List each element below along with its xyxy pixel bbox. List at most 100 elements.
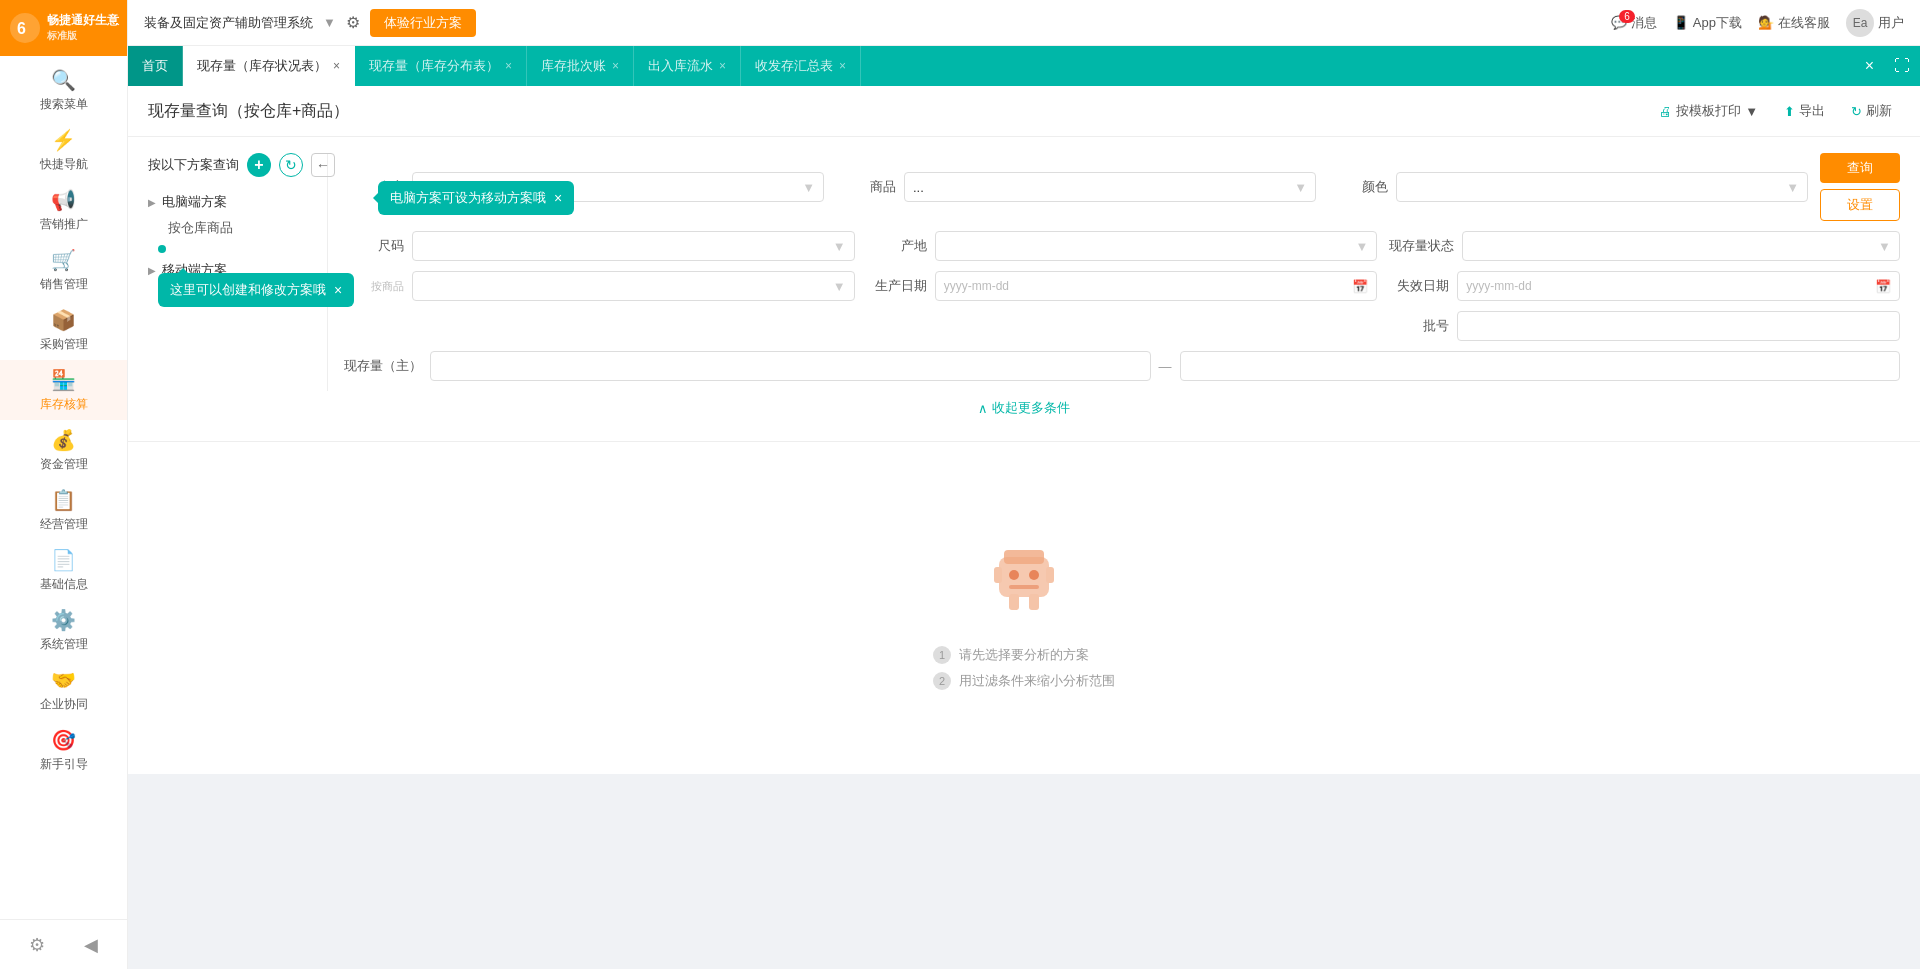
sidebar-item-inventory[interactable]: 🏪 库存核算: [0, 360, 127, 420]
mfg-date-input[interactable]: yyyy-mm-dd 📅: [935, 271, 1378, 301]
tab-inout-flow-close[interactable]: ×: [719, 59, 726, 73]
settings-icon[interactable]: ⚙: [346, 13, 360, 32]
goods-dots: ...: [913, 180, 924, 195]
filter-field-exp-date: 失效日期 yyyy-mm-dd 📅: [1389, 271, 1900, 301]
goods-dropdown-icon: ▼: [1294, 180, 1307, 195]
sidebar-item-system[interactable]: ⚙️ 系统管理: [0, 600, 127, 660]
system-icon: ⚙️: [51, 608, 76, 632]
exp-date-calendar-icon[interactable]: 📅: [1875, 279, 1891, 294]
sidebar-item-label: 快捷导航: [40, 156, 88, 173]
color-select[interactable]: ▼: [1396, 172, 1808, 202]
sidebar-collapse-btn[interactable]: ◀: [84, 934, 98, 956]
message-btn[interactable]: 💬 6 消息: [1611, 14, 1657, 32]
sidebar-item-basic[interactable]: 📄 基础信息: [0, 540, 127, 600]
user-label: 用户: [1878, 14, 1904, 32]
filter-field-origin: 产地 ▼: [867, 231, 1378, 261]
filter-back-btn[interactable]: ←: [311, 153, 335, 177]
tab-collection-summary[interactable]: 收发存汇总表 ×: [741, 46, 861, 86]
tabs-expand-btn[interactable]: ⛶: [1884, 57, 1920, 75]
tab-batch-ledger-close[interactable]: ×: [612, 59, 619, 73]
svg-point-5: [1029, 570, 1039, 580]
sidebar-item-operation[interactable]: 📋 经营管理: [0, 480, 127, 540]
tab-home-label: 首页: [142, 57, 168, 75]
operation-icon: 📋: [51, 488, 76, 512]
tooltip-close-2[interactable]: ×: [334, 282, 342, 298]
filter-refresh-btn[interactable]: ↻: [279, 153, 303, 177]
sidebar-item-finance[interactable]: 💰 资金管理: [0, 420, 127, 480]
page-header: 现存量查询（按仓库+商品） 🖨 按模板打印 ▼ ⬆ 导出 ↻ 刷新: [128, 86, 1920, 137]
tooltip-scheme-desktop: 电脑方案可设为移动方案哦 ×: [378, 181, 574, 215]
size-select[interactable]: ▼: [412, 231, 855, 261]
reset-btn[interactable]: 设置: [1820, 189, 1900, 221]
scheme-group-desktop-header[interactable]: ▶ 电脑端方案: [148, 189, 315, 215]
mfg-date-calendar-icon[interactable]: 📅: [1352, 279, 1368, 294]
inventory-max-input[interactable]: [1180, 351, 1901, 381]
scheme-group-desktop: ▶ 电脑端方案 按仓库商品: [148, 189, 315, 241]
marketing-icon: 📢: [51, 188, 76, 212]
print-btn[interactable]: 🖨 按模板打印 ▼: [1651, 98, 1766, 124]
system-dropdown-icon[interactable]: ▼: [323, 15, 336, 30]
filter-label: 按以下方案查询: [148, 156, 239, 174]
user-menu-btn[interactable]: Ea 用户: [1846, 9, 1904, 37]
collapse-bar[interactable]: ∧ 收起更多条件: [148, 391, 1900, 425]
system-name: 装备及固定资产辅助管理系统: [144, 14, 313, 32]
inventory-min-input[interactable]: [430, 351, 1151, 381]
filter-field-batch-real: 批号: [1389, 311, 1900, 341]
svg-rect-8: [1046, 567, 1054, 583]
search-btn[interactable]: 查询: [1820, 153, 1900, 183]
sidebar-settings-btn[interactable]: ⚙: [29, 934, 45, 956]
sidebar-item-purchase[interactable]: 📦 采购管理: [0, 300, 127, 360]
sidebar-item-guide[interactable]: 🎯 新手引导: [0, 720, 127, 780]
refresh-btn[interactable]: ↻ 刷新: [1843, 98, 1900, 124]
filter-field-category: 按商品 ▼: [344, 271, 855, 301]
filter-field-goods: 商品 ... ▼: [836, 172, 1316, 202]
goods-select[interactable]: ... ▼: [904, 172, 1316, 202]
origin-label: 产地: [867, 237, 927, 255]
filter-field-mfg-date: 生产日期 yyyy-mm-dd 📅: [867, 271, 1378, 301]
tab-batch-ledger[interactable]: 库存批次账 ×: [527, 46, 634, 86]
message-badge-wrap: 💬 6: [1611, 15, 1627, 30]
tab-inout-flow-label: 出入库流水: [648, 57, 713, 75]
tab-inventory-dist-close[interactable]: ×: [505, 59, 512, 73]
origin-select[interactable]: ▼: [935, 231, 1378, 261]
guide-icon: 🎯: [51, 728, 76, 752]
tab-inventory-dist[interactable]: 现存量（库存分布表） ×: [355, 46, 527, 86]
export-icon: ⬆: [1784, 104, 1795, 119]
app-download-btn[interactable]: 📱 App下载: [1673, 14, 1742, 32]
sidebar-item-label: 营销推广: [40, 216, 88, 233]
svg-rect-9: [1009, 594, 1019, 610]
stock-status-select[interactable]: ▼: [1462, 231, 1900, 261]
sidebar-item-label: 基础信息: [40, 576, 88, 593]
tab-inventory-status-close[interactable]: ×: [333, 59, 340, 73]
tab-collection-summary-close[interactable]: ×: [839, 59, 846, 73]
empty-state: 1 请先选择要分析的方案 2 用过滤条件来缩小分析范围: [128, 442, 1920, 774]
empty-svg: [974, 522, 1074, 622]
tab-home[interactable]: 首页: [128, 46, 183, 86]
tabs-close-all-btn[interactable]: ×: [1855, 57, 1884, 75]
scheme-item-warehouse-goods[interactable]: 按仓库商品: [148, 215, 315, 241]
filter-add-btn[interactable]: +: [247, 153, 271, 177]
goods-label: 商品: [836, 178, 896, 196]
message-badge: 6: [1619, 10, 1635, 23]
tooltip-text-2: 这里可以创建和修改方案哦: [170, 281, 326, 299]
sidebar-item-sales[interactable]: 🛒 销售管理: [0, 240, 127, 300]
sidebar-item-marketing[interactable]: 📢 营销推广: [0, 180, 127, 240]
enterprise-icon: 🤝: [51, 668, 76, 692]
tab-inout-flow[interactable]: 出入库流水 ×: [634, 46, 741, 86]
tabs-bar: 首页 现存量（库存状况表） × 现存量（库存分布表） × 库存批次账 × 出入库…: [128, 46, 1920, 86]
category-select[interactable]: ▼: [412, 271, 855, 301]
tooltip-close-1[interactable]: ×: [554, 190, 562, 206]
mfg-date-label: 生产日期: [867, 277, 927, 295]
sidebar-item-search-menu[interactable]: 🔍 搜索菜单: [0, 60, 127, 120]
tip-text-2: 用过滤条件来缩小分析范围: [959, 668, 1115, 694]
color-label: 颜色: [1328, 178, 1388, 196]
batch-input[interactable]: [1457, 311, 1900, 341]
sidebar-item-quick-nav[interactable]: ⚡ 快捷导航: [0, 120, 127, 180]
online-support-btn[interactable]: 💁 在线客服: [1758, 14, 1830, 32]
export-btn[interactable]: ⬆ 导出: [1776, 98, 1833, 124]
sidebar-item-enterprise[interactable]: 🤝 企业协同: [0, 660, 127, 720]
exp-date-input[interactable]: yyyy-mm-dd 📅: [1457, 271, 1900, 301]
trial-btn[interactable]: 体验行业方案: [370, 9, 476, 37]
tab-inventory-status[interactable]: 现存量（库存状况表） ×: [183, 46, 355, 86]
sidebar: 6 畅捷通好生意 标准版 🔍 搜索菜单 ⚡ 快捷导航 📢 营销推广 🛒 销售管理…: [0, 0, 128, 969]
